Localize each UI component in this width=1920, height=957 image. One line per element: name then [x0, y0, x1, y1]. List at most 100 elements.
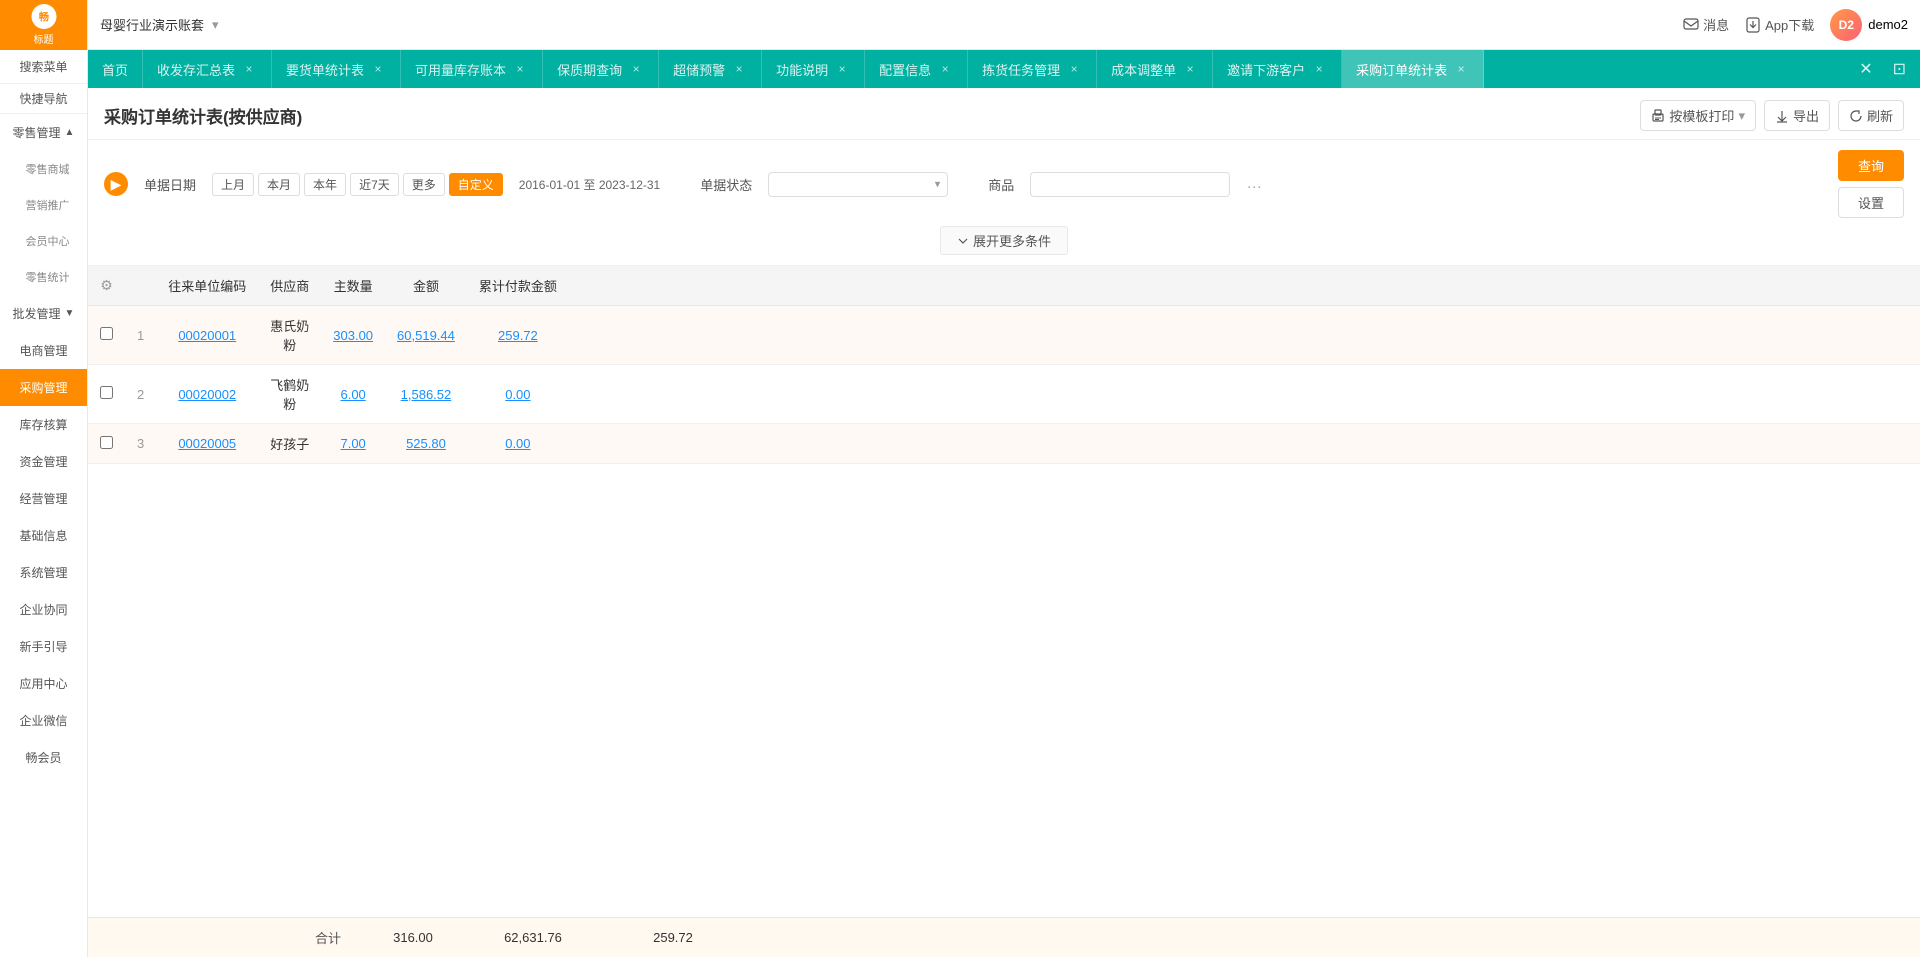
- expand-row: 展开更多条件: [104, 226, 1904, 255]
- column-settings-icon[interactable]: ⚙: [100, 277, 113, 293]
- settings-button[interactable]: 设置: [1838, 187, 1904, 218]
- message-icon: [1683, 17, 1699, 33]
- row-checkbox[interactable]: [100, 436, 113, 449]
- tab-cost-adjust[interactable]: 成本调整单 ×: [1097, 50, 1213, 88]
- sidebar-item-operation[interactable]: 经营管理: [0, 480, 87, 517]
- sidebar-item-inventory[interactable]: 库存核算: [0, 406, 87, 443]
- tab-send-receive[interactable]: 收发存汇总表 ×: [143, 50, 272, 88]
- tab-close-order-stat[interactable]: ×: [370, 61, 386, 77]
- goods-input[interactable]: [1030, 172, 1230, 197]
- tab-close-expiry[interactable]: ×: [628, 61, 644, 77]
- tab-home[interactable]: 首页: [88, 50, 143, 88]
- goods-more-icon[interactable]: …: [1246, 175, 1262, 193]
- tab-close-cost-adjust[interactable]: ×: [1182, 61, 1198, 77]
- expand-conditions-btn[interactable]: 展开更多条件: [940, 226, 1068, 255]
- workspace-dropdown-icon[interactable]: ▾: [212, 17, 219, 33]
- sidebar-item-purchase[interactable]: 采购管理: [0, 369, 87, 406]
- row-index: 2: [125, 365, 156, 424]
- print-dropdown-icon[interactable]: ▾: [1738, 108, 1745, 124]
- user-menu[interactable]: D2 demo2: [1830, 9, 1908, 41]
- row-paid[interactable]: 0.00: [467, 365, 569, 424]
- sidebar-item-vip[interactable]: 畅会员: [0, 739, 87, 776]
- sidebar-item-enterprise[interactable]: 企业协同: [0, 591, 87, 628]
- col-settings[interactable]: ⚙: [88, 266, 125, 306]
- sidebar-item-ecommerce[interactable]: 电商管理: [0, 332, 87, 369]
- tab-close-purchase-stat[interactable]: ×: [1453, 61, 1469, 77]
- tab-close-config[interactable]: ×: [937, 61, 953, 77]
- sidebar-item-wechat[interactable]: 企业微信: [0, 702, 87, 739]
- table-footer: 合计 316.00 62,631.76 259.72: [88, 917, 1920, 957]
- query-button[interactable]: 查询: [1838, 150, 1904, 181]
- message-btn[interactable]: 消息: [1683, 15, 1729, 34]
- row-unit-code[interactable]: 00020002: [156, 365, 258, 424]
- sidebar-item-retail-shop[interactable]: 零售商城: [0, 151, 87, 187]
- sidebar-item-finance[interactable]: 资金管理: [0, 443, 87, 480]
- row-quantity[interactable]: 303.00: [321, 306, 385, 365]
- tab-close-invite[interactable]: ×: [1311, 61, 1327, 77]
- tab-maximize-btn[interactable]: ⊡: [1887, 57, 1912, 81]
- tab-help[interactable]: 功能说明 ×: [762, 50, 865, 88]
- status-select[interactable]: [768, 172, 948, 197]
- row-amount[interactable]: 60,519.44: [385, 306, 467, 365]
- sidebar-item-search[interactable]: 搜索菜单: [0, 50, 87, 84]
- refresh-icon: [1849, 109, 1863, 123]
- export-button[interactable]: 导出: [1764, 100, 1830, 131]
- tab-invite[interactable]: 邀请下游客户 ×: [1213, 50, 1342, 88]
- col-empty: [569, 266, 1920, 306]
- tab-expiry[interactable]: 保质期查询 ×: [543, 50, 659, 88]
- row-quantity[interactable]: 7.00: [321, 424, 385, 464]
- row-checkbox-cell[interactable]: [88, 306, 125, 365]
- date-btn-custom[interactable]: 自定义: [449, 173, 503, 196]
- tab-close-send-receive[interactable]: ×: [241, 61, 257, 77]
- sidebar-item-shortcut[interactable]: 快捷导航: [0, 84, 87, 114]
- row-paid[interactable]: 259.72: [467, 306, 569, 365]
- data-table: ⚙ 往来单位编码 供应商 主数量 金额 累计付款金额 1 00020001 惠氏…: [88, 266, 1920, 464]
- row-unit-code[interactable]: 00020001: [156, 306, 258, 365]
- sidebar-item-app-center[interactable]: 应用中心: [0, 665, 87, 702]
- sidebar-item-basic[interactable]: 基础信息: [0, 517, 87, 554]
- row-checkbox-cell[interactable]: [88, 365, 125, 424]
- row-checkbox-cell[interactable]: [88, 424, 125, 464]
- expand-icon: [957, 235, 969, 247]
- tab-available-stock[interactable]: 可用量库存账本 ×: [401, 50, 543, 88]
- sidebar-item-marketing[interactable]: 营销推广: [0, 187, 87, 223]
- tabbar-actions: ✕ ⊡: [1853, 57, 1920, 81]
- goods-label: 商品: [988, 175, 1014, 194]
- tab-pick-task[interactable]: 拣货任务管理 ×: [968, 50, 1097, 88]
- row-index: 1: [125, 306, 156, 365]
- status-label: 单据状态: [700, 175, 752, 194]
- row-quantity[interactable]: 6.00: [321, 365, 385, 424]
- tab-overstock[interactable]: 超储预警 ×: [659, 50, 762, 88]
- sidebar-item-retail[interactable]: 零售管理 ▲: [0, 114, 87, 151]
- tab-close-all-btn[interactable]: ✕: [1853, 57, 1878, 81]
- tab-purchase-stat[interactable]: 采购订单统计表 ×: [1342, 50, 1484, 88]
- tab-close-available-stock[interactable]: ×: [512, 61, 528, 77]
- date-btn-last-7[interactable]: 近7天: [350, 173, 399, 196]
- print-button[interactable]: 按模板打印 ▾: [1640, 100, 1756, 131]
- chevron-up-icon: ▲: [65, 127, 75, 138]
- sidebar-item-wholesale[interactable]: 批发管理 ▼: [0, 295, 87, 332]
- tab-close-pick-task[interactable]: ×: [1066, 61, 1082, 77]
- tab-order-stat[interactable]: 要货单统计表 ×: [272, 50, 401, 88]
- row-amount[interactable]: 1,586.52: [385, 365, 467, 424]
- date-btn-last-month[interactable]: 上月: [212, 173, 254, 196]
- filter-toggle-btn[interactable]: ▶: [104, 172, 128, 196]
- tab-close-help[interactable]: ×: [834, 61, 850, 77]
- sidebar-item-system[interactable]: 系统管理: [0, 554, 87, 591]
- sidebar-item-member[interactable]: 会员中心: [0, 223, 87, 259]
- sidebar-item-guide[interactable]: 新手引导: [0, 628, 87, 665]
- row-checkbox[interactable]: [100, 386, 113, 399]
- date-btn-this-month[interactable]: 本月: [258, 173, 300, 196]
- row-index: 3: [125, 424, 156, 464]
- app-download-btn[interactable]: App下载: [1745, 15, 1814, 34]
- row-unit-code[interactable]: 00020005: [156, 424, 258, 464]
- row-paid[interactable]: 0.00: [467, 424, 569, 464]
- row-amount[interactable]: 525.80: [385, 424, 467, 464]
- refresh-button[interactable]: 刷新: [1838, 100, 1904, 131]
- sidebar-item-retail-stat[interactable]: 零售统计: [0, 259, 87, 295]
- tab-config[interactable]: 配置信息 ×: [865, 50, 968, 88]
- tab-close-overstock[interactable]: ×: [731, 61, 747, 77]
- row-checkbox[interactable]: [100, 327, 113, 340]
- date-btn-this-year[interactable]: 本年: [304, 173, 346, 196]
- date-btn-more[interactable]: 更多: [403, 173, 445, 196]
